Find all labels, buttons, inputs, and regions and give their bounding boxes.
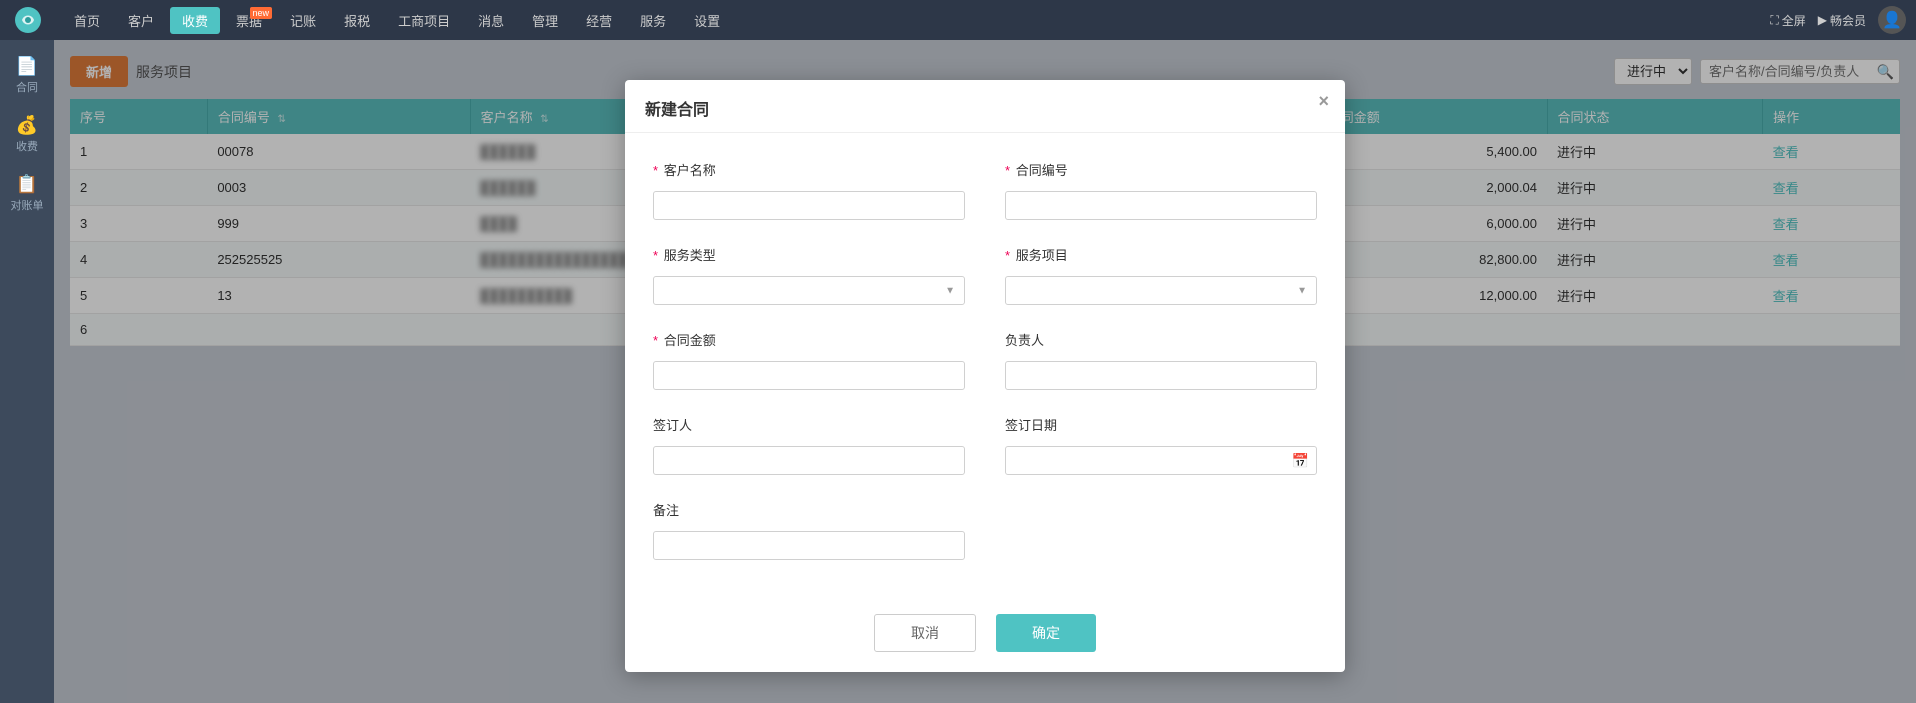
signer-input[interactable] — [653, 446, 965, 475]
nav-tax[interactable]: 报税 — [332, 7, 382, 34]
nav-operation[interactable]: 经营 — [574, 7, 624, 34]
field-signer: 签订人 — [653, 408, 965, 475]
top-nav-right: ⛶ 全屏 ▶ 畅会员 👤 — [1770, 6, 1906, 34]
sidebar-label-statement: 对账单 — [11, 197, 44, 213]
fee-icon: 💰 — [16, 115, 38, 136]
signer-label: 签订人 — [653, 415, 692, 434]
field-remark: 备注 — [653, 493, 965, 560]
member-button[interactable]: ▶ 畅会员 — [1818, 12, 1866, 29]
sidebar-label-contract: 合同 — [16, 79, 38, 95]
form-row-2: * 服务类型 — [653, 238, 1317, 305]
modal-overlay: 新建合同 × * 客户名称 — [54, 40, 1916, 703]
contract-amount-input[interactable]: 0.00 — [653, 361, 965, 390]
fullscreen-icon: ⛶ — [1770, 13, 1778, 28]
form-row-1: * 客户名称 * 合同编号 — [653, 153, 1317, 220]
remark-label: 备注 — [653, 500, 679, 519]
field-customer-name: * 客户名称 — [653, 153, 965, 220]
nav-invoice[interactable]: 票据 new — [224, 7, 274, 34]
remark-input[interactable] — [653, 531, 965, 560]
avatar[interactable]: 👤 — [1878, 6, 1906, 34]
modal-body: * 客户名称 * 合同编号 — [625, 133, 1345, 598]
service-type-label: * 服务类型 — [653, 245, 716, 264]
sidebar-label-fee: 收费 — [16, 138, 38, 154]
sidebar-item-contract[interactable]: 📄 合同 — [2, 48, 52, 103]
nav-items: 首页 客户 收费 票据 new 记账 报税 工商项目 消息 管理 经营 服务 设… — [62, 7, 1770, 34]
main-layout: 📄 合同 💰 收费 📋 对账单 新增 服务项目 进行中 已完成 已取消 — [0, 40, 1916, 703]
nav-service[interactable]: 服务 — [628, 7, 678, 34]
fullscreen-button[interactable]: ⛶ 全屏 — [1770, 12, 1805, 29]
sidebar-item-fee[interactable]: 💰 收费 — [2, 107, 52, 162]
field-sign-date: 签订日期 2023-06-06 📅 — [1005, 408, 1317, 475]
confirm-button[interactable]: 确定 — [996, 614, 1096, 652]
customer-name-input[interactable] — [653, 191, 965, 220]
service-item-label: * 服务项目 — [1005, 245, 1068, 264]
play-icon: ▶ — [1818, 13, 1827, 27]
cancel-button[interactable]: 取消 — [874, 614, 976, 652]
customer-name-label: * 客户名称 — [653, 160, 716, 179]
contract-icon: 📄 — [16, 56, 38, 77]
sidebar: 📄 合同 💰 收费 📋 对账单 — [0, 40, 54, 703]
field-responsible: 负责人 — [1005, 323, 1317, 390]
field-contract-no: * 合同编号 — [1005, 153, 1317, 220]
sign-date-label: 签订日期 — [1005, 415, 1057, 434]
top-nav: 首页 客户 收费 票据 new 记账 报税 工商项目 消息 管理 经营 服务 设… — [0, 0, 1916, 40]
modal-title: 新建合同 — [645, 102, 709, 119]
statement-icon: 📋 — [16, 174, 38, 195]
contract-amount-label: * 合同金额 — [653, 330, 716, 349]
form-row-5: 备注 — [653, 493, 1317, 560]
modal-close-button[interactable]: × — [1318, 92, 1329, 110]
contract-no-input[interactable] — [1005, 191, 1317, 220]
sign-date-wrap: 2023-06-06 📅 — [1005, 446, 1317, 475]
nav-bookkeeping[interactable]: 记账 — [278, 7, 328, 34]
responsible-label: 负责人 — [1005, 330, 1044, 349]
service-item-select-wrap — [1005, 276, 1317, 305]
nav-message[interactable]: 消息 — [466, 7, 516, 34]
responsible-input[interactable] — [1005, 361, 1317, 390]
sidebar-item-statement[interactable]: 📋 对账单 — [2, 166, 52, 221]
new-contract-modal: 新建合同 × * 客户名称 — [625, 80, 1345, 672]
contract-no-label: * 合同编号 — [1005, 160, 1068, 179]
nav-fee[interactable]: 收费 — [170, 7, 220, 34]
nav-customer[interactable]: 客户 — [116, 7, 166, 34]
field-service-item: * 服务项目 — [1005, 238, 1317, 305]
nav-manage[interactable]: 管理 — [520, 7, 570, 34]
logo — [10, 2, 46, 38]
service-item-select[interactable] — [1005, 276, 1317, 305]
form-row-3: * 合同金额 0.00 负责人 — [653, 323, 1317, 390]
field-contract-amount: * 合同金额 0.00 — [653, 323, 965, 390]
form-row-4: 签订人 签订日期 2023- — [653, 408, 1317, 475]
nav-home[interactable]: 首页 — [62, 7, 112, 34]
nav-settings[interactable]: 设置 — [682, 7, 732, 34]
modal-footer: 取消 确定 — [625, 598, 1345, 672]
service-type-select-wrap — [653, 276, 965, 305]
service-type-select[interactable] — [653, 276, 965, 305]
modal-header: 新建合同 × — [625, 80, 1345, 133]
field-service-type: * 服务类型 — [653, 238, 965, 305]
new-badge: new — [250, 7, 273, 19]
content-area: 新增 服务项目 进行中 已完成 已取消 🔍 序号 合同编号 ⇅ — [54, 40, 1916, 703]
sign-date-input[interactable]: 2023-06-06 — [1005, 446, 1317, 475]
nav-business[interactable]: 工商项目 — [386, 7, 462, 34]
